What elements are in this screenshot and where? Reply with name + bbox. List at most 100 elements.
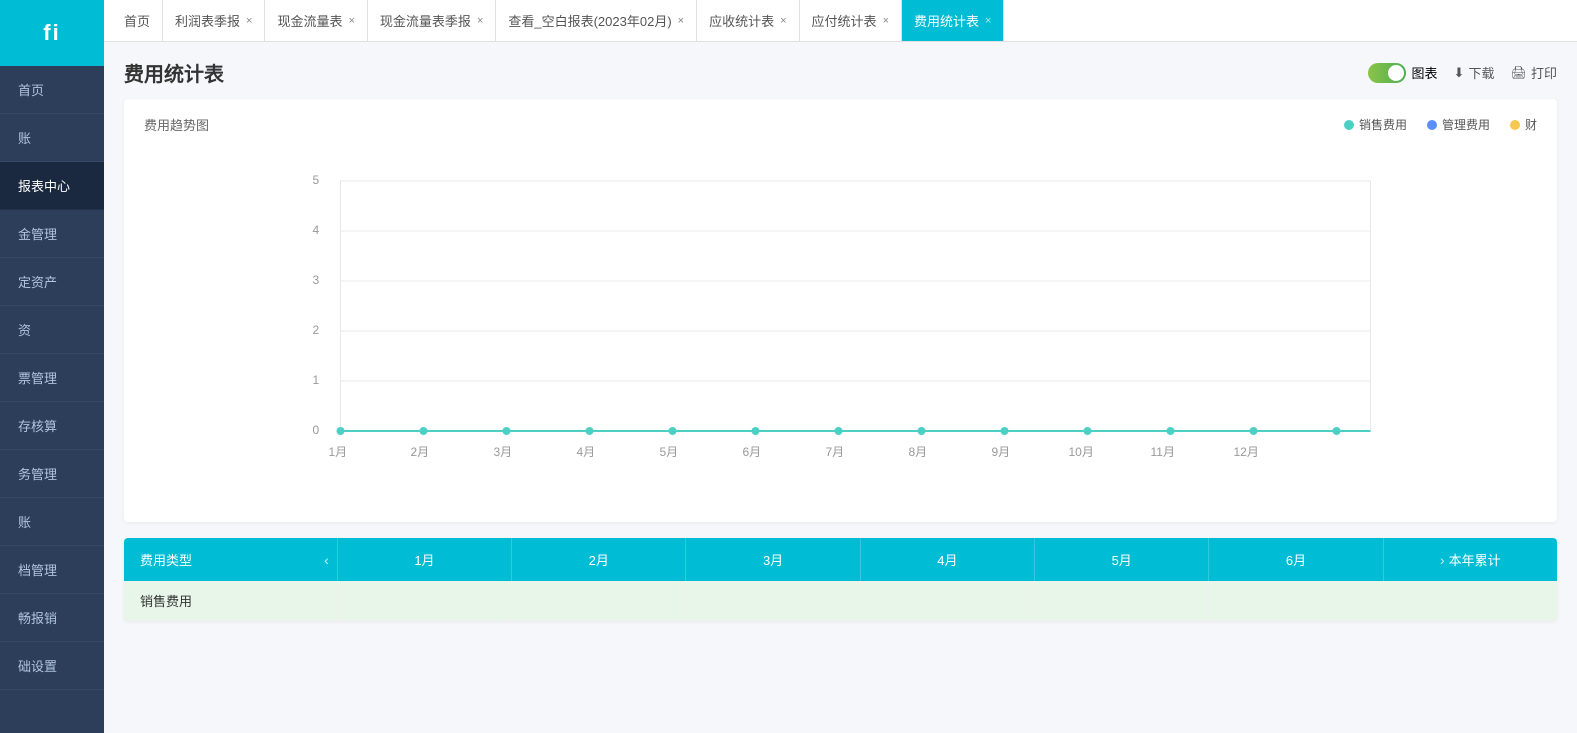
th-m6: 6月 xyxy=(1209,538,1383,581)
svg-text:2: 2 xyxy=(313,323,320,337)
svg-text:6月: 6月 xyxy=(743,445,762,459)
sidebar: fi 首页 账 报表中心 金管理 定资产 资 票管理 存核算 务管理 账 档管理… xyxy=(0,0,104,733)
sidebar-item-fund[interactable]: 金管理 xyxy=(0,210,104,258)
svg-text:4: 4 xyxy=(313,223,320,237)
th-type-label: 费用类型 xyxy=(140,550,192,569)
close-tab-cashflow[interactable]: × xyxy=(348,15,354,27)
svg-text:3: 3 xyxy=(313,273,320,287)
sidebar-item-fixed-assets[interactable]: 定资产 xyxy=(0,258,104,306)
th-m4: 4月 xyxy=(861,538,1035,581)
td-m2 xyxy=(512,581,686,620)
close-tab-payable[interactable]: × xyxy=(883,15,889,27)
td-ytd xyxy=(1384,581,1557,620)
app-logo: fi xyxy=(0,0,104,66)
sidebar-item-report-center[interactable]: 报表中心 xyxy=(0,162,104,210)
th-m2: 2月 xyxy=(512,538,686,581)
sidebar-item-account[interactable]: 账 xyxy=(0,114,104,162)
th-ytd: › 本年累计 xyxy=(1384,538,1557,581)
print-icon: 🖨 xyxy=(1510,65,1527,81)
next-arrow[interactable]: › xyxy=(1440,552,1445,568)
download-icon: ⬇ xyxy=(1454,65,1465,81)
sidebar-item-settings[interactable]: 础设置 xyxy=(0,642,104,690)
expense-table: 费用类型 ‹ 1月 2月 3月 4月 5月 xyxy=(124,538,1557,621)
sidebar-item-ledger[interactable]: 账 xyxy=(0,498,104,546)
tab-receivable[interactable]: 应收统计表 × xyxy=(697,0,799,42)
svg-text:1月: 1月 xyxy=(329,445,348,459)
close-tab-expense-stat[interactable]: × xyxy=(985,15,991,27)
th-m5: 5月 xyxy=(1035,538,1209,581)
svg-text:3月: 3月 xyxy=(494,445,513,459)
table-header: 费用类型 ‹ 1月 2月 3月 4月 5月 xyxy=(124,538,1557,581)
table-row: 销售费用 xyxy=(124,581,1557,621)
legend-dot-finance xyxy=(1510,120,1520,130)
close-tab-receivable[interactable]: × xyxy=(780,15,786,27)
sidebar-item-archive[interactable]: 档管理 xyxy=(0,546,104,594)
trend-chart: 5 4 3 2 1 0 xyxy=(144,146,1537,506)
chart-title: 费用趋势图 xyxy=(144,115,209,134)
legend-dot-admin xyxy=(1427,120,1437,130)
svg-text:1: 1 xyxy=(313,373,320,387)
legend-label-admin: 管理费用 xyxy=(1442,116,1490,133)
chart-toggle-label: 图表 xyxy=(1412,63,1438,82)
chart-header: 费用趋势图 销售费用 管理费用 财 xyxy=(144,115,1537,134)
download-label: 下载 xyxy=(1468,63,1494,82)
tab-cashflow-quarter[interactable]: 现金流量表季报 × xyxy=(368,0,496,42)
legend-admin: 管理费用 xyxy=(1427,116,1490,133)
svg-text:0: 0 xyxy=(313,423,320,437)
svg-text:11月: 11月 xyxy=(1151,445,1175,459)
th-type: 费用类型 ‹ xyxy=(124,538,338,581)
chart-toggle-wrap: 图表 xyxy=(1368,63,1438,83)
tab-cashflow[interactable]: 现金流量表 × xyxy=(265,0,367,42)
svg-text:4月: 4月 xyxy=(577,445,596,459)
td-m1 xyxy=(338,581,512,620)
svg-text:5: 5 xyxy=(313,173,320,187)
legend-label-finance: 财 xyxy=(1525,116,1537,133)
svg-text:12月: 12月 xyxy=(1234,445,1259,459)
chart-card: 费用趋势图 销售费用 管理费用 财 xyxy=(124,99,1557,522)
legend-sales: 销售费用 xyxy=(1344,116,1407,133)
tab-blank-report[interactable]: 查看_空白报表(2023年02月) × xyxy=(496,0,697,42)
legend-label-sales: 销售费用 xyxy=(1359,116,1407,133)
page-actions: 图表 ⬇ 下载 🖨 打印 xyxy=(1368,63,1557,83)
svg-text:10月: 10月 xyxy=(1069,445,1094,459)
prev-arrow[interactable]: ‹ xyxy=(324,552,329,568)
tab-payable[interactable]: 应付统计表 × xyxy=(800,0,902,42)
legend-dot-sales xyxy=(1344,120,1354,130)
svg-text:2月: 2月 xyxy=(411,445,430,459)
sidebar-item-expense[interactable]: 畅报销 xyxy=(0,594,104,642)
print-label: 打印 xyxy=(1531,63,1557,82)
sidebar-item-inventory[interactable]: 存核算 xyxy=(0,402,104,450)
sidebar-item-service[interactable]: 务管理 xyxy=(0,450,104,498)
th-m1: 1月 xyxy=(338,538,512,581)
content-area: 费用统计表 图表 ⬇ 下载 🖨 打印 费用趋势图 xyxy=(104,42,1577,733)
chart-svg-container: 5 4 3 2 1 0 xyxy=(144,146,1537,506)
chart-toggle[interactable] xyxy=(1368,63,1406,83)
print-button[interactable]: 🖨 打印 xyxy=(1510,63,1557,82)
sidebar-item-invoice[interactable]: 票管理 xyxy=(0,354,104,402)
close-tab-cashflow-quarter[interactable]: × xyxy=(477,15,483,27)
sidebar-item-home[interactable]: 首页 xyxy=(0,66,104,114)
td-type: 销售费用 xyxy=(124,581,338,620)
td-m3 xyxy=(686,581,860,620)
page-header: 费用统计表 图表 ⬇ 下载 🖨 打印 xyxy=(104,42,1577,99)
td-m4 xyxy=(861,581,1035,620)
chart-legend: 销售费用 管理费用 财 xyxy=(1344,116,1537,133)
svg-text:8月: 8月 xyxy=(909,445,928,459)
svg-text:9月: 9月 xyxy=(992,445,1011,459)
th-m3: 3月 xyxy=(686,538,860,581)
page-title: 费用统计表 xyxy=(124,58,224,87)
close-tab-profit[interactable]: × xyxy=(246,15,252,27)
td-m6 xyxy=(1209,581,1383,620)
tab-bar: 首页 利润表季报 × 现金流量表 × 现金流量表季报 × 查看_空白报表(202… xyxy=(104,0,1577,42)
sidebar-item-salary[interactable]: 资 xyxy=(0,306,104,354)
legend-finance: 财 xyxy=(1510,116,1537,133)
svg-text:7月: 7月 xyxy=(826,445,845,459)
tab-profit[interactable]: 利润表季报 × xyxy=(163,0,265,42)
svg-text:5月: 5月 xyxy=(660,445,679,459)
main-area: 首页 利润表季报 × 现金流量表 × 现金流量表季报 × 查看_空白报表(202… xyxy=(104,0,1577,733)
close-tab-blank-report[interactable]: × xyxy=(678,15,684,27)
tab-expense-stat[interactable]: 费用统计表 × xyxy=(902,0,1004,42)
download-button[interactable]: ⬇ 下载 xyxy=(1454,63,1495,82)
tab-home[interactable]: 首页 xyxy=(112,0,163,42)
td-m5 xyxy=(1035,581,1209,620)
